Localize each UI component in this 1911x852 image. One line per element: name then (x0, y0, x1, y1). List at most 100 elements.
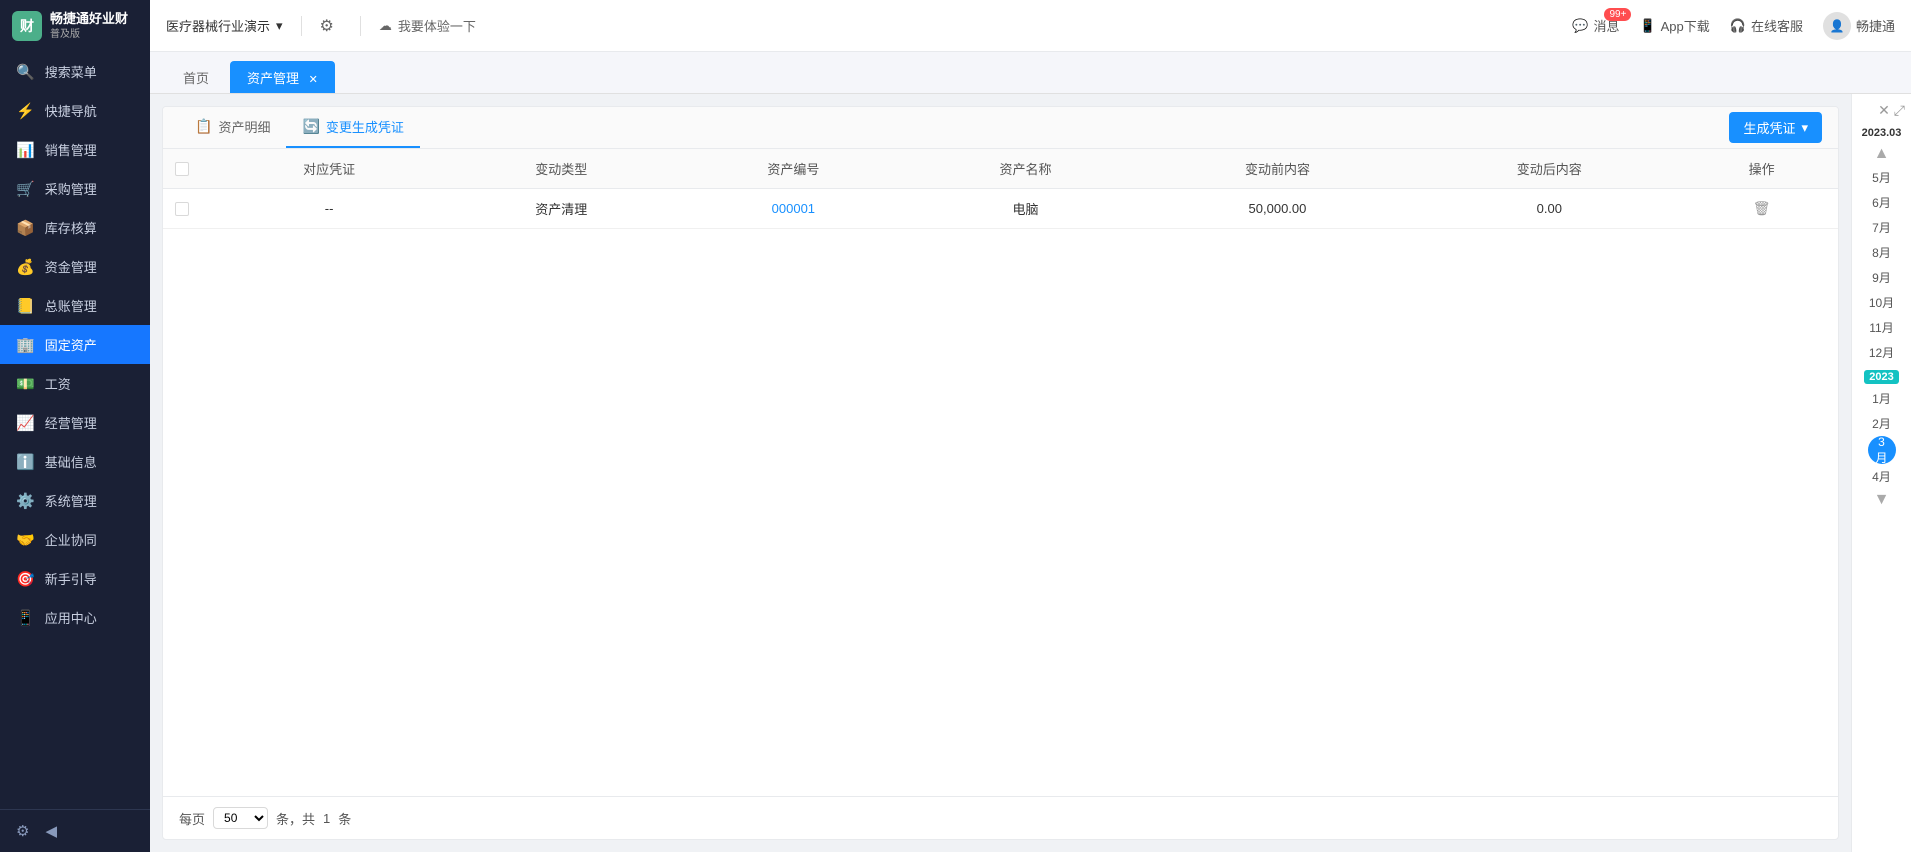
sidebar-item-quick_nav[interactable]: ⚡ 快捷导航 (0, 91, 150, 130)
calendar-expand-button[interactable]: ⤢ (1894, 102, 1905, 119)
cell-after-change: 0.00 (1413, 189, 1685, 229)
calendar-month-item[interactable]: 3月 (1868, 436, 1896, 464)
calendar-month-item[interactable]: 11月 (1852, 315, 1911, 340)
sidebar-logo: 财 畅捷通好业财 普及版 (0, 0, 150, 52)
column-after-change: 变动后内容 (1413, 149, 1685, 189)
row-checkbox[interactable] (175, 202, 189, 216)
fixed_asset-icon: 🏢 (16, 336, 35, 354)
calendar-month-item[interactable]: 9月 (1852, 265, 1911, 290)
payroll-icon: 💵 (16, 375, 35, 393)
system-icon: ⚙️ (16, 492, 35, 510)
message-button[interactable]: 💬 消息 99+ (1572, 16, 1619, 35)
user-menu[interactable]: 👤 畅捷通 (1823, 12, 1895, 40)
sidebar-item-system[interactable]: ⚙️ 系统管理 (0, 481, 150, 520)
sidebar-item-operations[interactable]: 📈经营管理 (0, 403, 150, 442)
sub-tab-asset-detail[interactable]: 📋 资产明细 (179, 107, 286, 148)
main-panel: 📋 资产明细 🔄 变更生成凭证 生成凭证 ▾ (162, 106, 1839, 840)
page-size-select[interactable]: 50 10 20 100 (213, 807, 268, 829)
column-voucher: 对应凭证 (213, 149, 445, 189)
company-name: 医疗器械行业演示 (166, 16, 270, 35)
generate-voucher-label: 生成凭证 (1743, 118, 1795, 137)
sidebar-item-payroll[interactable]: 💵工资 (0, 364, 150, 403)
select-all-checkbox[interactable] (175, 162, 189, 176)
calendar-prev-arrow[interactable]: ▲ (1852, 143, 1911, 165)
sidebar-item-ledger[interactable]: 📒总账管理 (0, 286, 150, 325)
cell-asset-code: 000001 (677, 189, 909, 229)
tab-home[interactable]: 首页 (166, 61, 226, 93)
calendar-next-arrow[interactable]: ▼ (1852, 489, 1911, 511)
sidebar-item-finance[interactable]: 💰 资金管理 (0, 247, 150, 286)
collapse-footer-icon[interactable]: ◀ (45, 822, 57, 840)
search-label: 搜索菜单 (45, 62, 97, 81)
calendar-month-item[interactable]: 12月 (1852, 340, 1911, 365)
inventory-icon: 📦 (16, 219, 35, 237)
settings-footer-icon[interactable]: ⚙ (16, 822, 29, 840)
message-badge: 99+ (1604, 8, 1631, 21)
right-calendar-sidebar: ✕ ⤢ 2023.03 ▲ 5月6月7月8月9月10月11月12月 2023 1… (1851, 94, 1911, 852)
column-asset-name: 资产名称 (909, 149, 1141, 189)
column-asset-code: 资产编号 (677, 149, 909, 189)
topbar-settings-icon[interactable]: ⚙ (320, 16, 334, 36)
sidebar-item-basic_info[interactable]: ℹ️ 基础信息 (0, 442, 150, 481)
inventory-label: 库存核算 (45, 218, 97, 237)
calendar-months-before-2023: 5月6月7月8月9月10月11月12月 (1852, 165, 1911, 365)
sidebar-item-inventory[interactable]: 📦 库存核算 (0, 208, 150, 247)
sidebar-footer: ⚙ ◀ (0, 809, 150, 852)
quick_nav-icon: ⚡ (16, 102, 35, 120)
calendar-month-item[interactable]: 7月 (1852, 215, 1911, 240)
calendar-close-button[interactable]: ✕ (1878, 102, 1890, 119)
search-icon: 🔍 (16, 63, 35, 81)
sidebar-scroll: 🔍 搜索菜单 ⚡ 快捷导航 📊销售管理 🛒 采购管理 📦 库存核算 💰 资金管理 📒总账管理🏢固定资产… (0, 52, 150, 809)
cell-asset-name: 电脑 (909, 189, 1141, 229)
ledger-icon: 📒 (16, 297, 35, 315)
delete-row-button[interactable]: 🗑 (1753, 200, 1771, 217)
calendar-month-item[interactable]: 6月 (1852, 190, 1911, 215)
pagination: 每页 50 10 20 100 条，共 1 条 (163, 796, 1838, 839)
calendar-month-item[interactable]: 5月 (1852, 165, 1911, 190)
sidebar: 财 畅捷通好业财 普及版 🔍 搜索菜单 ⚡ 快捷导航 📊销售管理 🛒 采购管理 📦 库存核算 💰 资… (0, 0, 150, 852)
tab-asset-management[interactable]: 资产管理 ✕ (230, 61, 335, 93)
sidebar-item-apps[interactable]: 📱应用中心 (0, 598, 150, 637)
table-body: -- 资产清理 000001 电脑 50,000.00 0.00 🗑 (163, 189, 1838, 229)
table-container: 对应凭证 变动类型 资产编号 资产名称 变动前内容 变动后内容 操作 -- 资产… (163, 149, 1838, 796)
sidebar-item-enterprise[interactable]: 🤝企业协同 (0, 520, 150, 559)
tab-close-icon[interactable]: ✕ (309, 74, 318, 86)
cell-check (163, 189, 213, 229)
user-avatar: 👤 (1823, 12, 1851, 40)
enterprise-label: 企业协同 (45, 530, 97, 549)
total-suffix: 条 (338, 809, 351, 828)
company-selector[interactable]: 医疗器械行业演示 ▾ (166, 16, 283, 35)
sidebar-item-purchase[interactable]: 🛒 采购管理 (0, 169, 150, 208)
total-count: 1 (323, 811, 330, 826)
sidebar-item-fixed_asset[interactable]: 🏢固定资产 (0, 325, 150, 364)
basic_info-label: 基础信息 (45, 452, 97, 471)
calendar-current-label: 2023.03 (1852, 123, 1911, 143)
experience-icon: ☁ (379, 18, 392, 34)
online-service-label: 在线客服 (1751, 16, 1803, 35)
basic_info-icon: ℹ️ (16, 453, 35, 471)
online-service-button[interactable]: 🎧 在线客服 (1730, 16, 1803, 35)
calendar-month-item[interactable]: 8月 (1852, 240, 1911, 265)
topbar-divider-1 (301, 16, 302, 36)
calendar-month-item[interactable]: 1月 (1852, 386, 1911, 411)
sidebar-item-search[interactable]: 🔍 搜索菜单 (0, 52, 150, 91)
experience-button[interactable]: ☁ 我要体验一下 (379, 16, 476, 35)
finance-icon: 💰 (16, 258, 35, 276)
purchase-label: 采购管理 (45, 179, 97, 198)
sidebar-item-sales[interactable]: 📊销售管理 (0, 130, 150, 169)
app-download-button[interactable]: 📱 App下载 (1639, 16, 1709, 35)
purchase-icon: 🛒 (16, 180, 35, 198)
calendar-month-item[interactable]: 4月 (1852, 464, 1911, 489)
generate-voucher-button[interactable]: 生成凭证 ▾ (1729, 112, 1822, 143)
page-size-prefix: 每页 (179, 809, 205, 828)
sub-tab-change-voucher[interactable]: 🔄 变更生成凭证 (286, 107, 419, 148)
quick_nav-label: 快捷导航 (45, 101, 97, 120)
system-label: 系统管理 (45, 491, 97, 510)
per-page-suffix: 条，共 (276, 809, 315, 828)
calendar-month-item[interactable]: 10月 (1852, 290, 1911, 315)
sidebar-item-guide[interactable]: 🎯新手引导 (0, 559, 150, 598)
finance-label: 资金管理 (45, 257, 97, 276)
table-row: -- 资产清理 000001 电脑 50,000.00 0.00 🗑 (163, 189, 1838, 229)
calendar-month-item[interactable]: 2月 (1852, 411, 1911, 436)
apps-icon: 📱 (16, 609, 35, 627)
